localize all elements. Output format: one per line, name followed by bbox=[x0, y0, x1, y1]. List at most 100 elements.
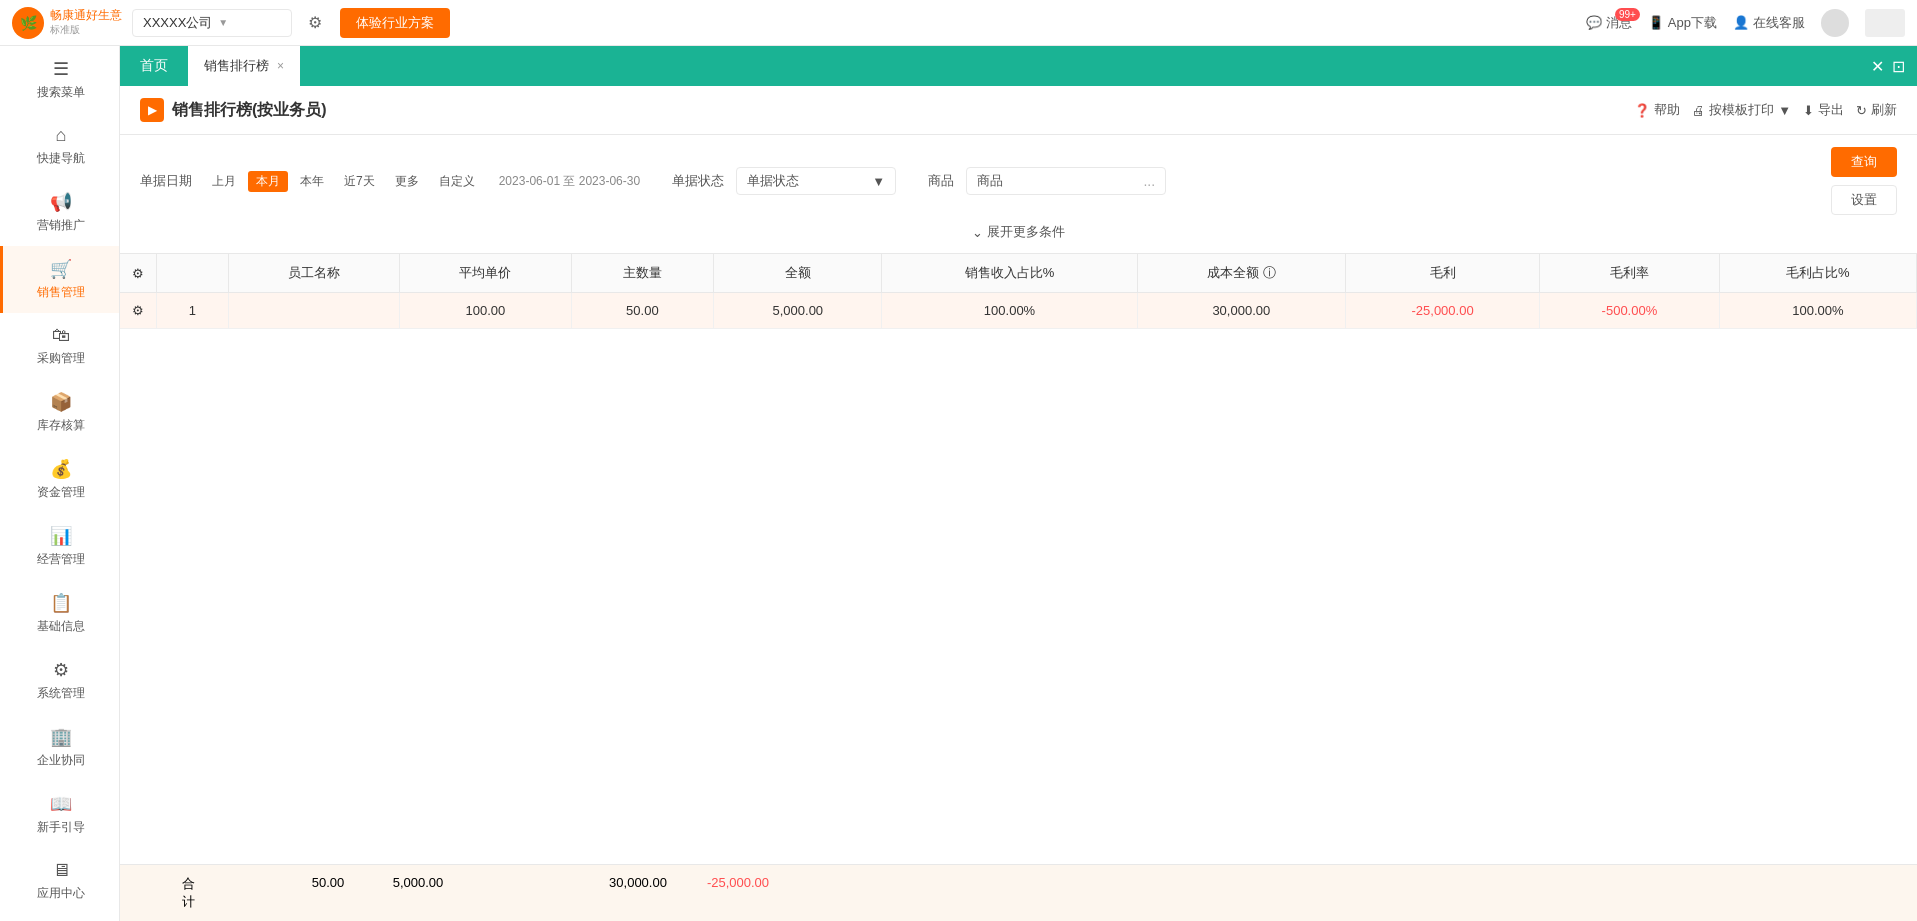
data-table: ⚙员工名称平均单价主数量全额销售收入占比%成本全额 ⓘ毛利毛利率毛利占比% ⚙1… bbox=[120, 254, 1917, 329]
col-header-gross_rate: 毛利率 bbox=[1540, 254, 1720, 293]
export-btn[interactable]: ⬇ 导出 bbox=[1803, 101, 1844, 119]
cell-employee bbox=[228, 293, 399, 329]
page-header: ▶ 销售排行榜(按业务员) ❓ 帮助 🖨 按模板打印 ▼ ⬇ 导 bbox=[120, 86, 1917, 135]
sidebar-item-base[interactable]: 📋基础信息 bbox=[0, 580, 119, 647]
online-service-btn[interactable]: 👤 在线客服 bbox=[1733, 14, 1805, 32]
tab-close-icon[interactable]: × bbox=[277, 59, 284, 73]
guide-icon: 📖 bbox=[50, 793, 72, 815]
sidebar-item-enterprise[interactable]: 🏢 企业协同 bbox=[0, 714, 119, 781]
settings-icon[interactable]: ⚙ bbox=[300, 8, 330, 38]
sidebar-item-sales[interactable]: 🛒销售管理 bbox=[0, 246, 119, 313]
col-header-cost: 成本全额 ⓘ bbox=[1137, 254, 1345, 293]
sidebar-item-system[interactable]: ⚙系统管理 bbox=[0, 647, 119, 714]
table-footer: 合计50.005,000.0030,000.00-25,000.00 bbox=[120, 864, 1917, 921]
logo-text: 畅康通好生意 bbox=[50, 8, 122, 24]
help-btn[interactable]: ❓ 帮助 bbox=[1634, 101, 1680, 119]
col-header-settings: ⚙ bbox=[120, 254, 157, 293]
goods-more-icon[interactable]: ... bbox=[1143, 173, 1155, 189]
print-icon: 🖨 bbox=[1692, 103, 1705, 118]
cell-quantity: 50.00 bbox=[571, 293, 714, 329]
query-button[interactable]: 查询 bbox=[1831, 147, 1897, 177]
sidebar-label-purchase: 采购管理 bbox=[37, 350, 85, 367]
sidebar-item-search[interactable]: ☰搜索菜单 bbox=[0, 46, 119, 113]
footer-cell-0 bbox=[132, 875, 168, 911]
cell-settings[interactable]: ⚙ bbox=[120, 293, 157, 329]
print-btn[interactable]: 🖨 按模板打印 ▼ bbox=[1692, 101, 1791, 119]
date-pill-本月[interactable]: 本月 bbox=[248, 171, 288, 192]
sidebar-label-enterprise: 企业协同 bbox=[37, 752, 85, 769]
sidebar-item-operations[interactable]: 📊经营管理 bbox=[0, 513, 119, 580]
search-icon: ☰ bbox=[53, 58, 69, 80]
date-pill-上月[interactable]: 上月 bbox=[204, 171, 244, 192]
online-service-label: 在线客服 bbox=[1753, 14, 1805, 32]
logo-sub: 标准版 bbox=[50, 23, 122, 37]
table-body: ⚙1100.0050.005,000.00100.00%30,000.00-25… bbox=[120, 293, 1917, 329]
sidebar: ☰搜索菜单⌂快捷导航📢营销推广🛒销售管理🛍采购管理📦库存核算💰资金管理📊经营管理… bbox=[0, 46, 120, 921]
footer-cell-2 bbox=[208, 875, 288, 911]
expand-more-btn[interactable]: ⌄ 展开更多条件 bbox=[972, 223, 1065, 241]
message-badge: 99+ bbox=[1615, 8, 1640, 21]
avatar[interactable] bbox=[1821, 9, 1849, 37]
expand-chevron-icon: ⌄ bbox=[972, 225, 983, 240]
sidebar-label-sales: 销售管理 bbox=[37, 284, 85, 301]
operations-icon: 📊 bbox=[50, 525, 72, 547]
top-bar: 🌿 畅康通好生意 标准版 XXXXX公司 ▼ ⚙ 体验行业方案 💬 消息 99+… bbox=[0, 0, 1917, 46]
service-icon: 👤 bbox=[1733, 15, 1749, 30]
table-row: ⚙1100.0050.005,000.00100.00%30,000.00-25… bbox=[120, 293, 1917, 329]
message-btn[interactable]: 💬 消息 99+ bbox=[1586, 14, 1632, 32]
expand-arrow-btn[interactable]: ▶ bbox=[140, 98, 164, 122]
chevron-down-icon: ▼ bbox=[218, 17, 228, 28]
refresh-icon: ↻ bbox=[1856, 103, 1867, 118]
sidebar-item-finance[interactable]: 💰资金管理 bbox=[0, 446, 119, 513]
sidebar-label-inventory: 库存核算 bbox=[37, 417, 85, 434]
footer-cell-5 bbox=[468, 875, 588, 911]
help-icon: ❓ bbox=[1634, 103, 1650, 118]
date-pill-本年[interactable]: 本年 bbox=[292, 171, 332, 192]
tab-restore-icon[interactable]: ⊡ bbox=[1892, 57, 1905, 76]
date-label: 单据日期 bbox=[140, 172, 192, 190]
cell-rank: 1 bbox=[157, 293, 229, 329]
footer-cell-6: 30,000.00 bbox=[588, 875, 688, 911]
tab-sales-ranking[interactable]: 销售排行榜 × bbox=[188, 46, 300, 86]
sidebar-label-base: 基础信息 bbox=[37, 618, 85, 635]
status-select[interactable]: 单据状态 ▼ bbox=[736, 167, 896, 195]
tab-label: 销售排行榜 bbox=[204, 57, 269, 75]
sidebar-label-guide: 新手引导 bbox=[37, 819, 85, 836]
sidebar-label-marketing: 营销推广 bbox=[37, 217, 85, 234]
finance-icon: 💰 bbox=[50, 458, 72, 480]
date-pill-近7天[interactable]: 近7天 bbox=[336, 171, 383, 192]
sidebar-item-guide[interactable]: 📖 新手引导 bbox=[0, 781, 119, 848]
cell-cost: 30,000.00 bbox=[1137, 293, 1345, 329]
app-download-btn[interactable]: 📱 App下载 bbox=[1648, 14, 1717, 32]
trial-button[interactable]: 体验行业方案 bbox=[340, 8, 450, 38]
cell-gross_pct: 100.00% bbox=[1719, 293, 1916, 329]
sidebar-item-purchase[interactable]: 🛍采购管理 bbox=[0, 313, 119, 379]
date-pills: 上月本月本年近7天更多自定义 bbox=[204, 171, 483, 192]
goods-input[interactable]: 商品 ... bbox=[966, 167, 1166, 195]
print-label: 按模板打印 bbox=[1709, 101, 1774, 119]
sidebar-item-quick-nav[interactable]: ⌂快捷导航 bbox=[0, 113, 119, 179]
tab-close-window-icon[interactable]: ✕ bbox=[1871, 57, 1884, 76]
date-pill-自定义[interactable]: 自定义 bbox=[431, 171, 483, 192]
col-header-avg_price: 平均单价 bbox=[400, 254, 571, 293]
sidebar-item-wechat[interactable]: 💬企业微信 bbox=[0, 914, 119, 921]
sidebar-label-system: 系统管理 bbox=[37, 685, 85, 702]
cell-gross_rate: -500.00% bbox=[1540, 293, 1720, 329]
sidebar-item-inventory[interactable]: 📦库存核算 bbox=[0, 379, 119, 446]
message-icon: 💬 bbox=[1586, 15, 1602, 30]
export-label: 导出 bbox=[1818, 101, 1844, 119]
sidebar-item-appstore[interactable]: 🖥应用中心 bbox=[0, 848, 119, 914]
goods-label: 商品 bbox=[928, 172, 954, 190]
refresh-btn[interactable]: ↻ 刷新 bbox=[1856, 101, 1897, 119]
logo-icon: 🌿 bbox=[12, 7, 44, 39]
top-right: 💬 消息 99+ 📱 App下载 👤 在线客服 bbox=[1586, 9, 1905, 37]
print-chevron-icon: ▼ bbox=[1778, 103, 1791, 118]
filter-settings-button[interactable]: 设置 bbox=[1831, 185, 1897, 215]
tab-home[interactable]: 首页 bbox=[120, 46, 188, 86]
appstore-icon: 🖥 bbox=[52, 860, 70, 881]
date-range: 2023-06-01 至 2023-06-30 bbox=[499, 173, 640, 190]
date-pill-更多[interactable]: 更多 bbox=[387, 171, 427, 192]
sidebar-item-marketing[interactable]: 📢营销推广 bbox=[0, 179, 119, 246]
enterprise-icon: 🏢 bbox=[50, 726, 72, 748]
company-selector[interactable]: XXXXX公司 ▼ bbox=[132, 9, 292, 37]
